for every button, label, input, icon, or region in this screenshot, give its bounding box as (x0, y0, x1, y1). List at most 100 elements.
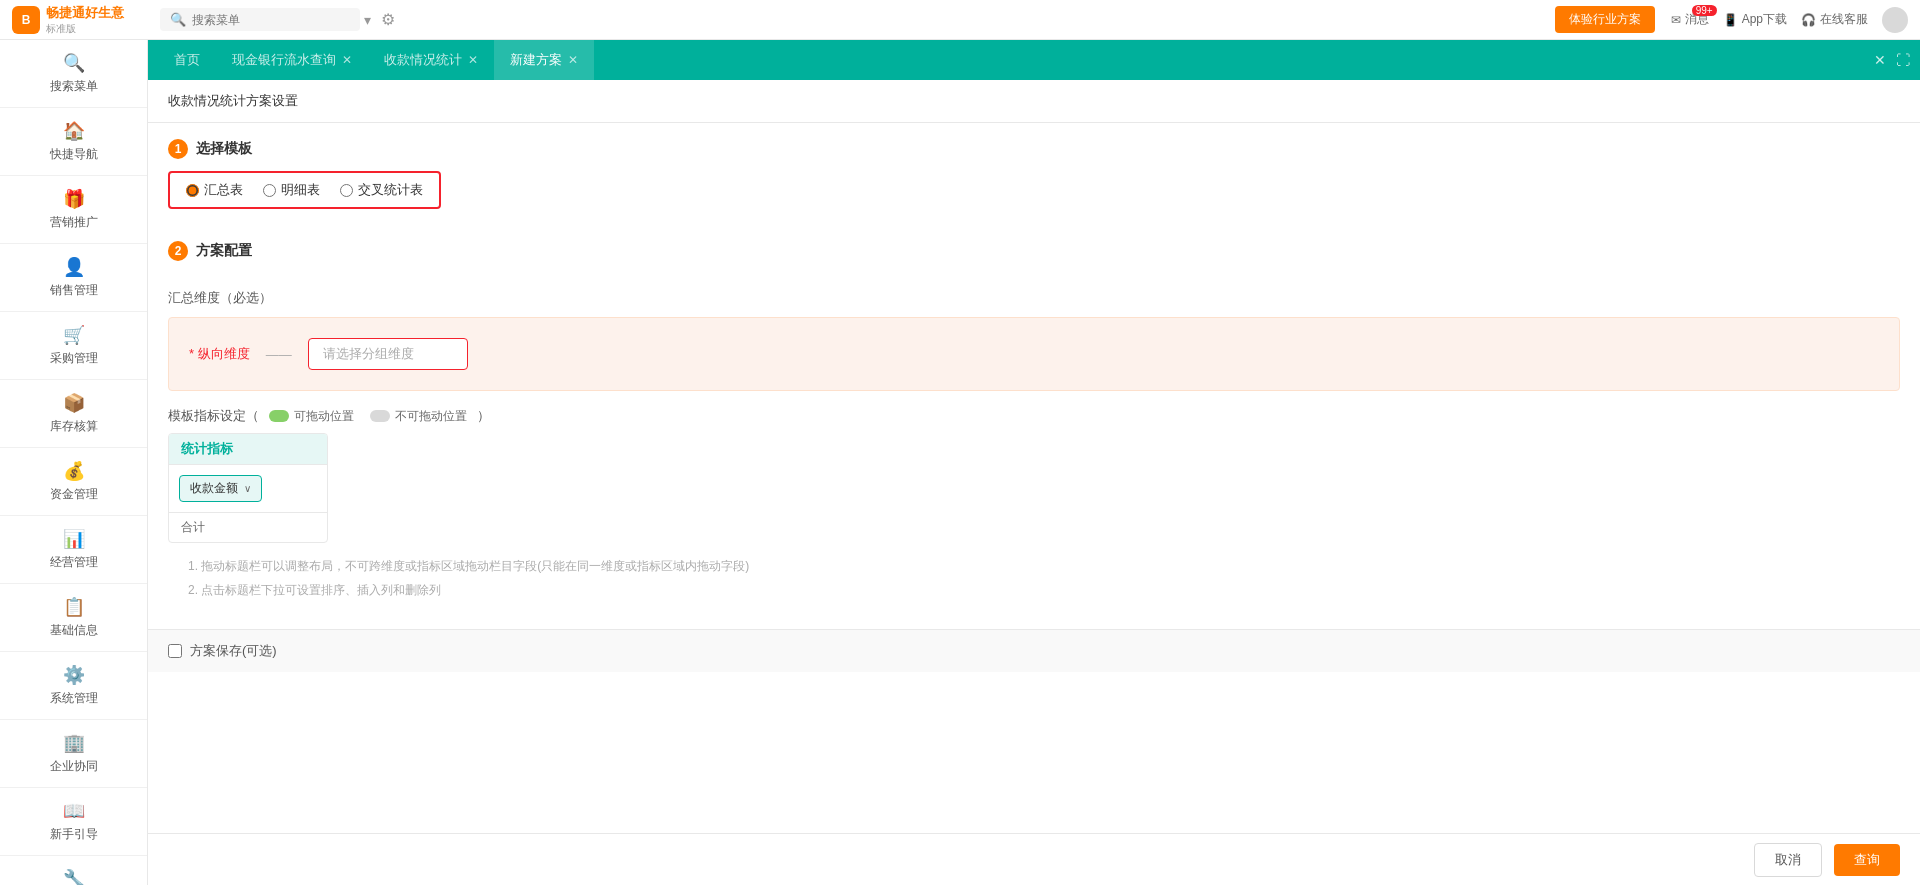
dropdown-icon[interactable]: ▾ (364, 12, 371, 28)
tips-section: 1. 拖动标题栏可以调整布局，不可跨维度或指标区域拖动栏目字段(只能在同一维度或… (168, 546, 1900, 613)
page-inner: 收款情况统计方案设置 1 选择模板 汇总表 (148, 80, 1920, 833)
tab-bank[interactable]: 现金银行流水查询 ✕ (216, 40, 368, 80)
sidebar-label-marketing: 营销推广 (50, 214, 98, 231)
search-input-wrap[interactable]: 🔍 (160, 8, 360, 31)
indicator-table: 统计指标 收款金额 ∨ 合计 (168, 433, 328, 543)
sidebar-label-operation: 经营管理 (50, 554, 98, 571)
radio-summary-label: 汇总表 (204, 181, 243, 199)
step2-title: 2 方案配置 (168, 241, 1900, 261)
sidebar: 🔍 搜索菜单 🏠 快捷导航 🎁 营销推广 👤 销售管理 🛒 采购管理 📦 库存核… (0, 40, 148, 885)
sidebar-item-basic[interactable]: 📋 基础信息 (0, 584, 147, 652)
building-icon: 🏢 (63, 732, 85, 754)
logo-sub: 标准版 (46, 22, 124, 36)
box-icon: 📦 (63, 392, 85, 414)
gift-icon: 🎁 (63, 188, 85, 210)
tab-stats[interactable]: 收款情况统计 ✕ (368, 40, 494, 80)
drop-arrow-icon: ∨ (244, 483, 251, 494)
search-bar: 🔍 ▾ ⚙ (160, 8, 1555, 31)
tip-1: 1. 拖动标题栏可以调整布局，不可跨维度或指标区域拖动栏目字段(只能在同一维度或… (188, 556, 1880, 578)
step1-num: 1 (168, 139, 188, 159)
tab-stats-label: 收款情况统计 (384, 51, 462, 69)
dimension-label: * 纵向维度 (189, 345, 250, 363)
tip-2: 2. 点击标题栏下拉可设置排序、插入列和删除列 (188, 580, 1880, 602)
sidebar-item-nav[interactable]: 🏠 快捷导航 (0, 108, 147, 176)
window-close-btn[interactable]: ✕ (1874, 52, 1886, 68)
money-icon: 💰 (63, 460, 85, 482)
radio-detail[interactable]: 明细表 (263, 181, 320, 199)
cancel-button[interactable]: 取消 (1754, 843, 1822, 877)
sidebar-item-finance[interactable]: 💰 资金管理 (0, 448, 147, 516)
tab-bank-close[interactable]: ✕ (342, 53, 352, 67)
gear-icon: ⚙️ (63, 664, 85, 686)
radio-summary[interactable]: 汇总表 (186, 181, 243, 199)
sidebar-item-operation[interactable]: 📊 经营管理 (0, 516, 147, 584)
drag-item-not-draggable: 不可拖动位置 (370, 408, 467, 425)
radio-cross-input[interactable] (340, 184, 353, 197)
logo-area: B 畅捷通好生意 标准版 (12, 4, 160, 36)
indicator-label: 模板指标设定（ 可拖动位置 不可拖动位置 (168, 407, 1900, 425)
sidebar-item-search[interactable]: 🔍 搜索菜单 (0, 40, 147, 108)
step1-title: 1 选择模板 (168, 139, 1900, 159)
home-icon: 🏠 (63, 120, 85, 142)
step1-label: 选择模板 (196, 140, 252, 158)
sidebar-item-marketing[interactable]: 🎁 营销推广 (0, 176, 147, 244)
sidebar-item-collab[interactable]: 🏢 企业协同 (0, 720, 147, 788)
save-checkbox[interactable] (168, 644, 182, 658)
window-maximize-btn[interactable]: ⛶ (1896, 52, 1910, 68)
sidebar-label-system: 系统管理 (50, 690, 98, 707)
top-bar: B 畅捷通好生意 标准版 🔍 ▾ ⚙ 体验行业方案 ✉ 消息 99+ 📱 App… (0, 0, 1920, 40)
sidebar-item-hardware[interactable]: 🔧 智能硬件 (0, 856, 147, 885)
indicator-section: 模板指标设定（ 可拖动位置 不可拖动位置 (168, 407, 1900, 546)
tab-stats-close[interactable]: ✕ (468, 53, 478, 67)
dimension-row: * 纵向维度 —— 请选择分组维度 (189, 338, 1879, 370)
settings-icon[interactable]: ⚙ (381, 10, 395, 29)
sidebar-label-nav: 快捷导航 (50, 146, 98, 163)
drag-legend: 可拖动位置 不可拖动位置 (269, 408, 467, 425)
sidebar-label-guide: 新手引导 (50, 826, 98, 843)
footer-bar: 取消 查询 (148, 833, 1920, 885)
sidebar-item-purchase[interactable]: 🛒 采购管理 (0, 312, 147, 380)
indicator-label-suffix: ） (477, 407, 490, 425)
download-btn[interactable]: 📱 App下载 (1723, 11, 1787, 28)
sidebar-item-system[interactable]: ⚙️ 系统管理 (0, 652, 147, 720)
sidebar-item-inventory[interactable]: 📦 库存核算 (0, 380, 147, 448)
main-layout: 🔍 搜索菜单 🏠 快捷导航 🎁 营销推广 👤 销售管理 🛒 采购管理 📦 库存核… (0, 40, 1920, 885)
step2-label: 方案配置 (196, 242, 252, 260)
tab-new-close[interactable]: ✕ (568, 53, 578, 67)
config-section: 汇总维度（必选） * 纵向维度 —— 请选择分组维度 (148, 289, 1920, 629)
sidebar-label-search: 搜索菜单 (50, 78, 98, 95)
tab-home[interactable]: 首页 (158, 40, 216, 80)
indicator-subtotal: 合计 (169, 512, 327, 542)
search-input[interactable] (192, 13, 332, 27)
industry-btn[interactable]: 体验行业方案 (1555, 6, 1655, 33)
page-header: 收款情况统计方案设置 (148, 80, 1920, 123)
sidebar-label-finance: 资金管理 (50, 486, 98, 503)
query-button[interactable]: 查询 (1834, 844, 1900, 876)
indicator-tag[interactable]: 收款金额 ∨ (179, 475, 262, 502)
radio-summary-input[interactable] (186, 184, 199, 197)
search-menu-icon: 🔍 (63, 52, 85, 74)
tab-bank-label: 现金银行流水查询 (232, 51, 336, 69)
sidebar-label-sales: 销售管理 (50, 282, 98, 299)
step2-section: 2 方案配置 (148, 225, 1920, 289)
radio-detail-input[interactable] (263, 184, 276, 197)
message-btn[interactable]: ✉ 消息 99+ (1671, 11, 1709, 28)
sidebar-item-guide[interactable]: 📖 新手引导 (0, 788, 147, 856)
arrow-line: —— (266, 347, 292, 362)
step1-section: 1 选择模板 汇总表 明细表 (148, 123, 1920, 225)
template-options: 汇总表 明细表 交叉统计表 (168, 171, 441, 209)
drag-dot-draggable (269, 410, 289, 422)
clipboard-icon: 📋 (63, 596, 85, 618)
indicator-label-text: 模板指标设定（ (168, 407, 259, 425)
page-header-title: 收款情况统计方案设置 (168, 93, 298, 108)
sidebar-label-collab: 企业协同 (50, 758, 98, 775)
dimension-select[interactable]: 请选择分组维度 (308, 338, 468, 370)
tab-new[interactable]: 新建方案 ✕ (494, 40, 594, 80)
user-avatar[interactable] (1882, 7, 1908, 33)
sidebar-item-sales[interactable]: 👤 销售管理 (0, 244, 147, 312)
tab-new-label: 新建方案 (510, 51, 562, 69)
service-btn[interactable]: 🎧 在线客服 (1801, 11, 1868, 28)
message-icon: ✉ (1671, 13, 1681, 27)
download-icon: 📱 (1723, 13, 1738, 27)
radio-cross[interactable]: 交叉统计表 (340, 181, 423, 199)
